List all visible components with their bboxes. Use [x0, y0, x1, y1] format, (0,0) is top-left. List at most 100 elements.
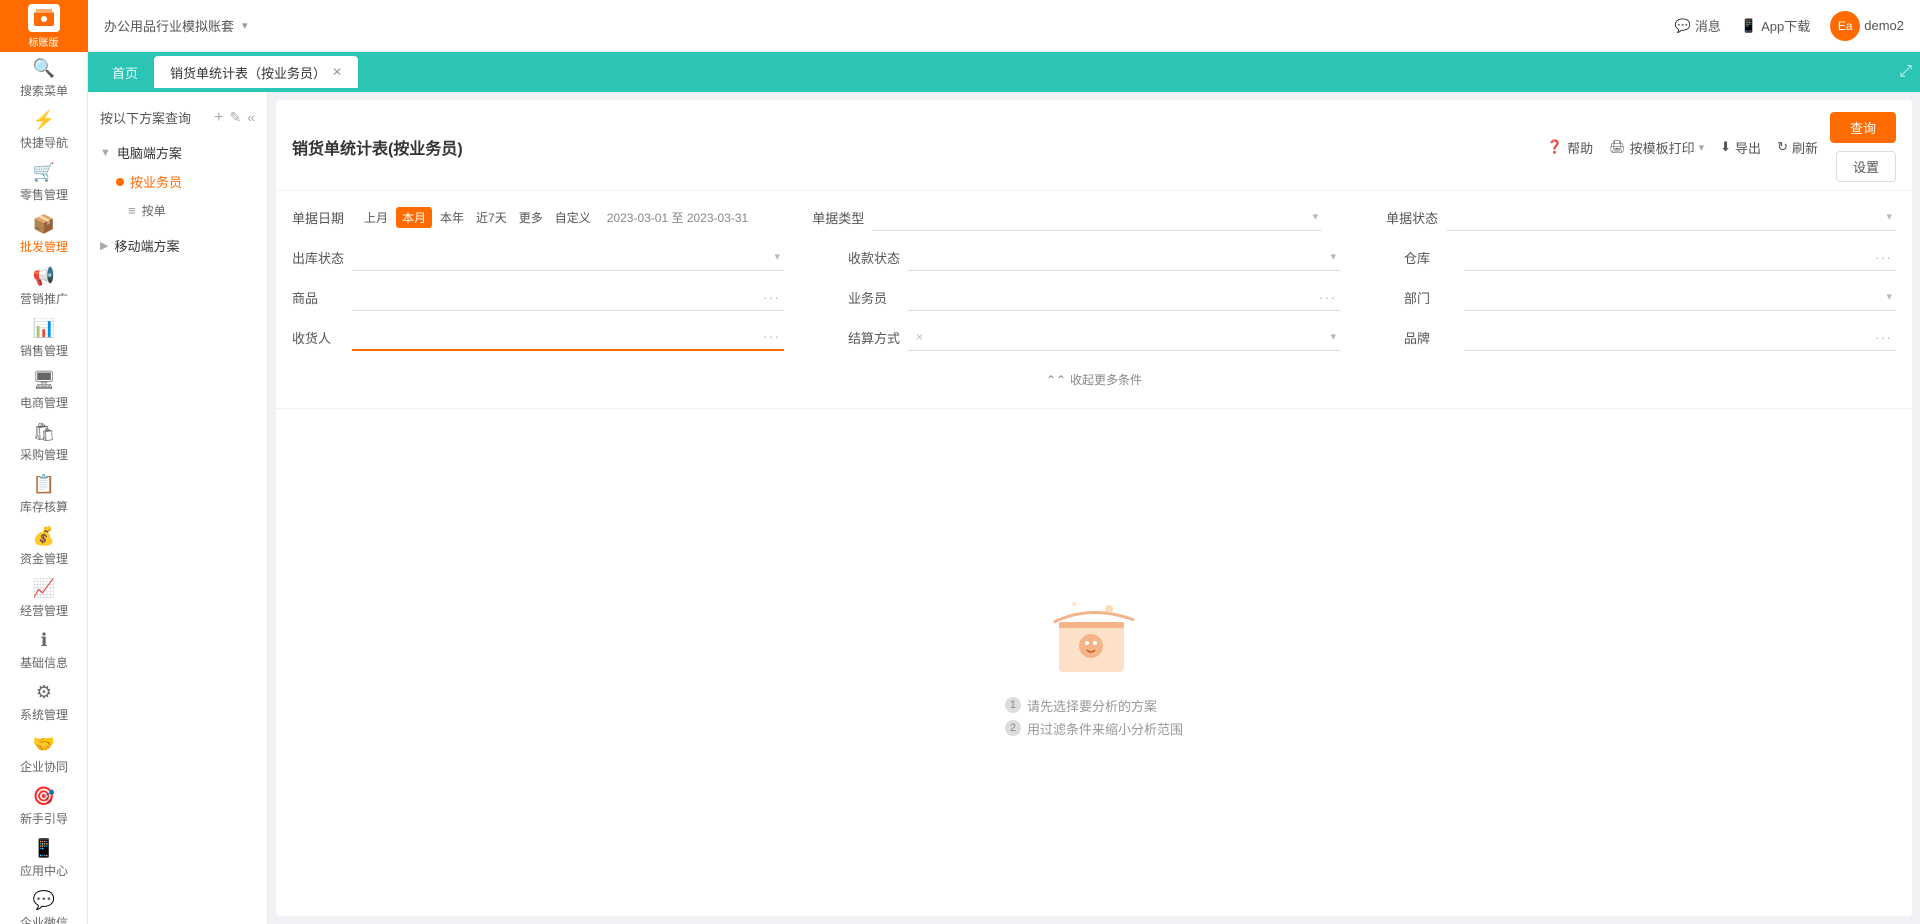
pc-scheme-group-header[interactable]: ▼ 电脑端方案 — [88, 139, 267, 166]
out-status-control[interactable]: ▾ — [352, 243, 784, 271]
filter-date: 单据日期 上月 本月 本年 近7天 更多 自定义 2023-03-01 至 20… — [292, 207, 748, 228]
sidebar-item-apps[interactable]: 📱 应用中心 — [0, 832, 87, 884]
message-button[interactable]: 💬 消息 — [1675, 16, 1721, 35]
tab-expand-icon[interactable]: ⤢ — [1899, 63, 1912, 81]
newbie-icon: 🎯 — [33, 786, 55, 807]
edit-scheme-icon[interactable]: ✎ — [229, 109, 241, 127]
add-scheme-icon[interactable]: + — [214, 109, 223, 127]
date-tab-custom[interactable]: 自定义 — [551, 207, 595, 228]
mobile-group-expand-icon: ▶ — [100, 239, 108, 252]
template-print-button[interactable]: 🖨 按模板打印 ▾ — [1609, 138, 1704, 157]
date-tab-this-year[interactable]: 本年 — [436, 207, 468, 228]
filter-area: 单据日期 上月 本月 本年 近7天 更多 自定义 2023-03-01 至 20… — [276, 191, 1912, 409]
sidebar-item-wholesale[interactable]: 📦 批发管理 — [0, 208, 87, 260]
sidebar-item-label: 企业协同 — [20, 758, 68, 775]
pc-group-expand-icon: ▼ — [100, 147, 111, 159]
collapse-bar[interactable]: ⌃⌃ 收起更多条件 — [292, 363, 1896, 396]
date-tab-more[interactable]: 更多 — [515, 207, 547, 228]
tab-sales-stats-label: 销货单统计表（按业务员） — [170, 63, 326, 82]
collapse-label: 收起更多条件 — [1070, 371, 1142, 388]
filter-dept: 部门 ▾ — [1404, 283, 1896, 311]
sidebar-item-purchase[interactable]: 🛍 采购管理 — [0, 416, 87, 468]
export-button[interactable]: ⬇ 导出 — [1720, 138, 1761, 157]
topbar-dropdown-icon[interactable]: ▾ — [242, 19, 248, 32]
sidebar-item-search-menu[interactable]: 🔍 搜索菜单 — [0, 52, 87, 104]
doc-status-label: 单据状态 — [1386, 208, 1446, 227]
sidebar-item-ecommerce[interactable]: 🖥 电商管理 — [0, 364, 87, 416]
tab-sales-stats[interactable]: 销货单统计表（按业务员） ✕ — [154, 56, 358, 88]
pay-status-control[interactable]: ▾ — [908, 243, 1340, 271]
doc-type-control[interactable]: ▾ — [872, 203, 1322, 231]
mobile-scheme-group-header[interactable]: ▶ 移动端方案 — [88, 232, 267, 259]
brand-control[interactable]: ··· — [1464, 323, 1896, 351]
doc-status-control[interactable]: ▾ — [1446, 203, 1896, 231]
goods-label: 商品 — [292, 288, 352, 307]
finance-icon: 💰 — [33, 526, 55, 547]
sidebar-item-label: 批发管理 — [20, 238, 68, 255]
doc-type-label: 单据类型 — [812, 208, 872, 227]
sidebar-item-operation[interactable]: 📈 经营管理 — [0, 572, 87, 624]
sidebar-item-marketing[interactable]: 📢 营销推广 — [0, 260, 87, 312]
brand-label: 品牌 — [1404, 328, 1464, 347]
scheme-by-order[interactable]: ≡ 按单 — [88, 197, 267, 224]
collapse-panel-icon[interactable]: « — [247, 109, 255, 127]
query-button[interactable]: 查询 — [1830, 112, 1896, 143]
scheme-by-salesperson[interactable]: 按业务员 — [88, 166, 267, 197]
help-label: 帮助 — [1567, 138, 1593, 157]
sidebar-item-label: 企业微信 — [20, 914, 68, 924]
date-tab-7days[interactable]: 近7天 — [472, 207, 511, 228]
sidebar-item-basic[interactable]: ℹ 基础信息 — [0, 624, 87, 676]
salesperson-label: 业务员 — [848, 288, 908, 307]
sidebar-item-system[interactable]: ⚙ 系统管理 — [0, 676, 87, 728]
sidebar-item-label: 营销推广 — [20, 290, 68, 307]
receiver-label: 收货人 — [292, 328, 352, 347]
date-tab-this-month[interactable]: 本月 — [396, 207, 432, 228]
filter-out-status: 出库状态 ▾ — [292, 243, 784, 271]
empty-illustration — [1044, 584, 1144, 684]
date-tabs: 上月 本月 本年 近7天 更多 自定义 — [360, 207, 595, 228]
mobile-group-label: 移动端方案 — [114, 236, 179, 255]
user-profile[interactable]: Ea demo2 — [1830, 11, 1904, 41]
sidebar-item-finance[interactable]: 💰 资金管理 — [0, 520, 87, 572]
help-button[interactable]: ❓ 帮助 — [1547, 138, 1593, 157]
sidebar-item-inventory[interactable]: 📋 库存核算 — [0, 468, 87, 520]
quick-nav-icon: ⚡ — [33, 110, 55, 131]
goods-control[interactable]: ··· — [352, 283, 784, 311]
message-label: 消息 — [1695, 16, 1721, 35]
print-dropdown-icon[interactable]: ▾ — [1699, 141, 1705, 154]
settlement-clear-icon[interactable]: × — [916, 330, 923, 344]
tab-home[interactable]: 首页 — [96, 56, 154, 88]
warehouse-control[interactable]: ··· — [1464, 243, 1896, 271]
sidebar-item-cooperation[interactable]: 🤝 企业协同 — [0, 728, 87, 780]
dept-control[interactable]: ▾ — [1464, 283, 1896, 311]
out-status-dropdown: ▾ — [774, 250, 780, 263]
search-menu-icon: 🔍 — [33, 58, 55, 79]
page-title: 销货单统计表(按业务员) — [292, 135, 463, 159]
right-action-buttons: 查询 设置 — [1830, 112, 1896, 182]
date-tab-last-month[interactable]: 上月 — [360, 207, 392, 228]
app-download-button[interactable]: 📱 App下载 — [1741, 16, 1810, 35]
out-status-label: 出库状态 — [292, 248, 352, 267]
salesperson-control[interactable]: ··· — [908, 283, 1340, 311]
sidebar-item-quick-nav[interactable]: ⚡ 快捷导航 — [0, 104, 87, 156]
sidebar-item-label: 电商管理 — [20, 394, 68, 411]
app-download-icon: 📱 — [1741, 18, 1757, 34]
sidebar-item-newbie[interactable]: 🎯 新手引导 — [0, 780, 87, 832]
settlement-control[interactable]: × ▾ — [908, 323, 1340, 351]
sidebar-item-retail[interactable]: 🛒 零售管理 — [0, 156, 87, 208]
sidebar-item-sales[interactable]: 📊 销售管理 — [0, 312, 87, 364]
warehouse-dots: ··· — [1875, 249, 1892, 265]
scheme-salesperson-label: 按业务员 — [130, 172, 182, 191]
empty-hints: 1 请先选择要分析的方案 2 用过滤条件来缩小分析范围 — [1005, 696, 1183, 742]
sidebar-item-wechat[interactable]: 💬 企业微信 — [0, 884, 87, 924]
settlement-label: 结算方式 — [848, 328, 908, 347]
filter-brand: 品牌 ··· — [1404, 323, 1896, 351]
export-icon: ⬇ — [1720, 139, 1731, 155]
sidebar-item-label: 销售管理 — [20, 342, 68, 359]
setting-button[interactable]: 设置 — [1836, 151, 1896, 182]
tab-close-icon[interactable]: ✕ — [332, 65, 342, 79]
filter-row-4: 收货人 ··· 结算方式 × ▾ — [292, 323, 1896, 351]
refresh-button[interactable]: ↻ 刷新 — [1777, 138, 1818, 157]
empty-state: 1 请先选择要分析的方案 2 用过滤条件来缩小分析范围 — [276, 409, 1912, 916]
receiver-control[interactable]: ··· — [352, 323, 784, 351]
